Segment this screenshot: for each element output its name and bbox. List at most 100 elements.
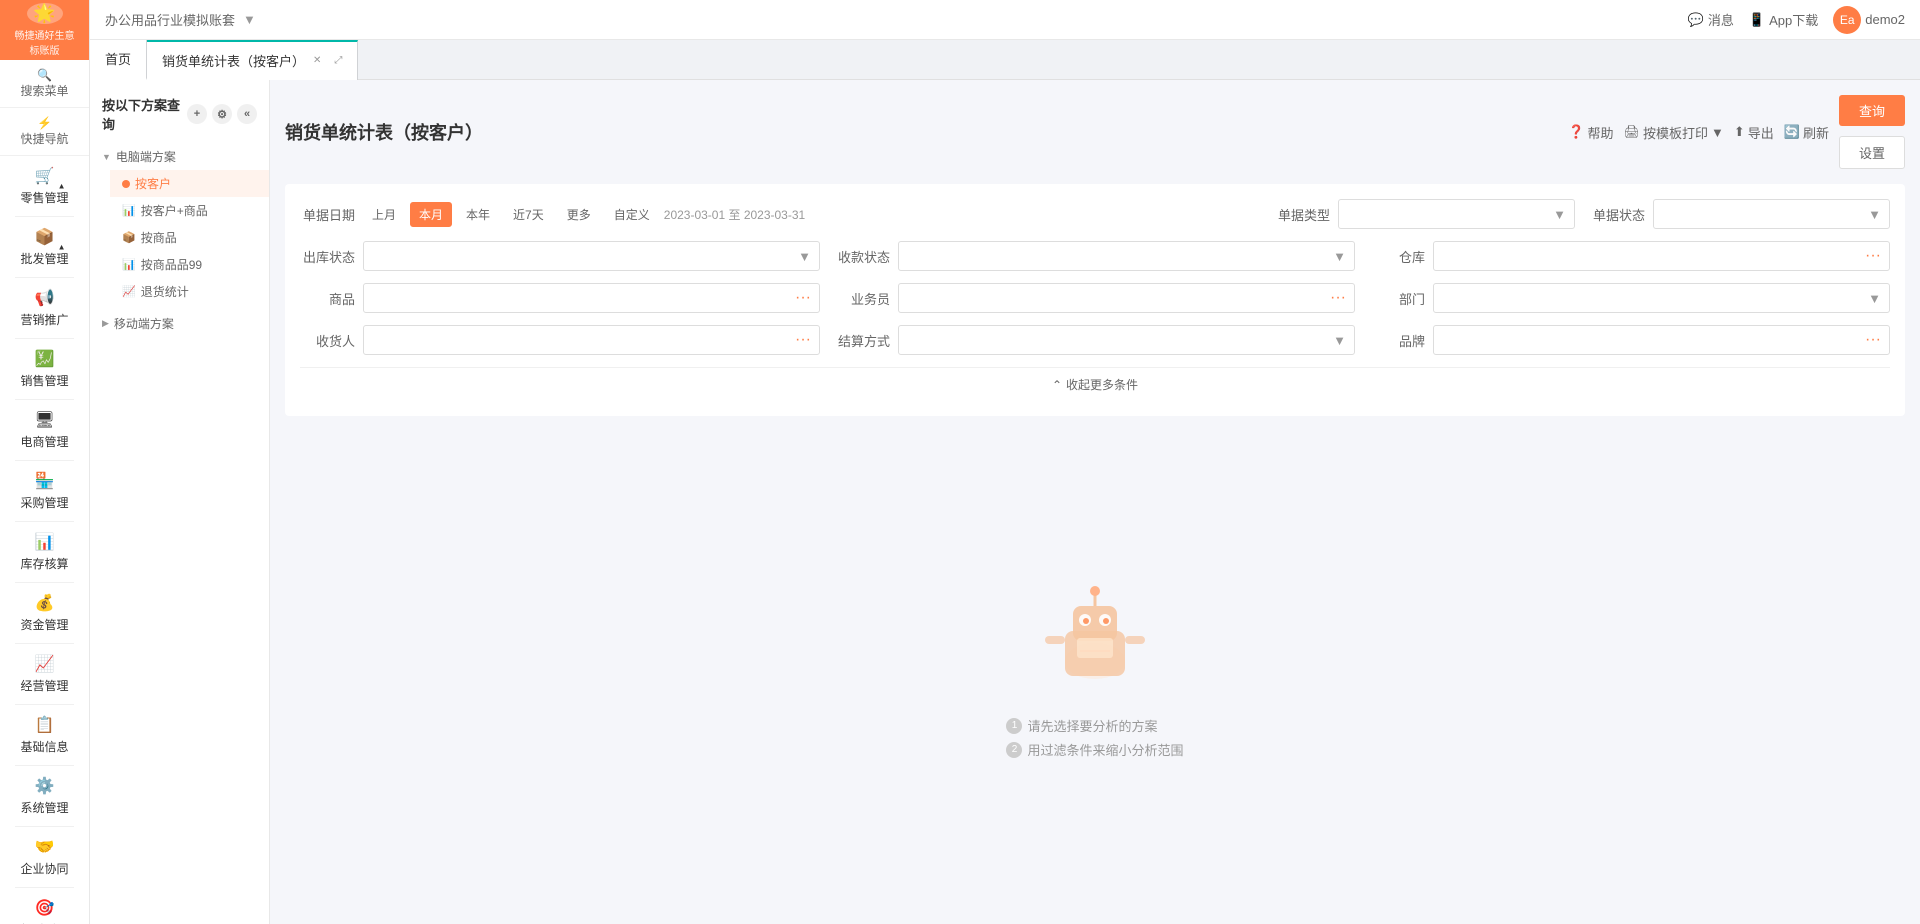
- scheme-group-desktop-label: 电脑端方案: [116, 148, 176, 165]
- sidebar-item-system[interactable]: ⚙️系统管理: [15, 766, 73, 827]
- receipt-status-label: 单据状态: [1590, 205, 1645, 224]
- receipt-status-arrow: ▼: [1868, 207, 1881, 222]
- collapse-more-btn[interactable]: ⌃ 收起更多条件: [300, 367, 1890, 401]
- scheme-collapse-icon[interactable]: «: [237, 104, 257, 124]
- sidebar-item-wholesale[interactable]: 📦批发管理: [15, 217, 73, 278]
- template-print-btn[interactable]: 🖨 按模板打印 ▼: [1623, 123, 1723, 142]
- scheme-item-customer-product[interactable]: 📊 按客户+商品: [110, 197, 269, 224]
- settlement-control[interactable]: ▼: [898, 325, 1355, 355]
- date-range-display: 2023-03-01 至 2023-03-31: [664, 206, 805, 223]
- salesperson-control[interactable]: ···: [898, 283, 1355, 313]
- template-print-label: 按模板打印: [1643, 123, 1708, 142]
- message-btn[interactable]: 💬 消息: [1688, 10, 1734, 29]
- tip-text-1: 请先选择要分析的方案: [1027, 716, 1157, 735]
- sidebar-item-sales[interactable]: 💹 销售管理: [15, 339, 73, 400]
- username: demo2: [1865, 12, 1905, 27]
- sidebar-item-icon: 🤝: [35, 837, 55, 857]
- sidebar-item-icon: 💹: [35, 349, 55, 369]
- date-custom[interactable]: 自定义: [605, 202, 659, 227]
- brand-dots: ···: [1865, 331, 1881, 349]
- print-icon: 🖨: [1623, 124, 1640, 140]
- filter-panel: 单据日期 上月 本月 本年 近7天 更多 自定义 2023-03-01 至 20…: [285, 184, 1905, 416]
- content-area: 按以下方案查询 + ⚙ « ▼ 电脑端方案 按客户: [90, 80, 1920, 924]
- sidebar-item-icon: 🖥: [34, 410, 54, 430]
- sidebar-item-purchase[interactable]: 🏪采购管理: [15, 461, 73, 522]
- user-area[interactable]: Ea demo2: [1833, 6, 1905, 34]
- logo-text: 畅捷通好生意: [15, 27, 75, 42]
- brand-control[interactable]: ···: [1433, 325, 1890, 355]
- receipt-status-control[interactable]: ▼: [1653, 199, 1890, 229]
- download-icon: 📱: [1749, 12, 1765, 28]
- date-last-month[interactable]: 上月: [363, 202, 405, 227]
- product-control[interactable]: ···: [363, 283, 820, 313]
- tabbar: 首页 销货单统计表（按客户） ✕ ⤢: [90, 40, 1920, 80]
- export-btn[interactable]: ⬆ 导出: [1734, 123, 1774, 142]
- settlement-arrow: ▼: [1333, 333, 1346, 348]
- scheme-item-by-customer[interactable]: 按客户: [110, 170, 269, 197]
- tip-num-2: 2: [1006, 742, 1022, 758]
- filter-department: 部门 ▼: [1370, 283, 1890, 313]
- warehouse-label: 仓库: [1370, 247, 1425, 266]
- out-status-control[interactable]: ▼: [363, 241, 820, 271]
- scheme-item-by-product-label: 按商品: [141, 229, 177, 246]
- tip-text-2: 用过滤条件来缩小分析范围: [1027, 740, 1183, 759]
- date-this-year[interactable]: 本年: [457, 202, 499, 227]
- sidebar-item-label: 资金管理: [20, 616, 68, 633]
- filter-out-status: 出库状态 ▼: [300, 241, 820, 271]
- sidebar-item-inventory[interactable]: 📊库存核算: [15, 522, 73, 583]
- date-last-7[interactable]: 近7天: [504, 202, 553, 227]
- sidebar-quick-nav[interactable]: ⚡ 快捷导航: [0, 108, 89, 156]
- sidebar-item-icon: 🎯: [35, 898, 55, 918]
- print-arrow: ▼: [1711, 125, 1724, 140]
- receipt-type-control[interactable]: ▼: [1338, 199, 1575, 229]
- tab-maximize-icon[interactable]: ⤢: [334, 55, 342, 66]
- filter-receipt-status: 单据状态 ▼: [1590, 199, 1890, 229]
- scheme-group-mobile-label: 移动端方案: [114, 315, 174, 332]
- sidebar-item-operations[interactable]: 📈经营管理: [15, 644, 73, 705]
- scheme-add-icon[interactable]: +: [187, 104, 207, 124]
- sidebar-search[interactable]: 🔍 搜索菜单: [0, 60, 89, 108]
- empty-tip-2: 2 用过滤条件来缩小分析范围: [1006, 740, 1183, 759]
- tab-sales-stat-label: 销货单统计表（按客户）: [162, 51, 305, 70]
- receiver-control[interactable]: ···: [363, 325, 820, 355]
- scheme-group-desktop-title[interactable]: ▼ 电脑端方案: [90, 143, 269, 170]
- help-label: 帮助: [1587, 123, 1613, 142]
- warehouse-control[interactable]: ···: [1433, 241, 1890, 271]
- tab-home[interactable]: 首页: [90, 40, 147, 80]
- scheme-item-returns[interactable]: 📈 退货统计: [110, 278, 269, 305]
- date-more[interactable]: 更多: [558, 202, 600, 227]
- refresh-btn[interactable]: 🔄 刷新: [1784, 123, 1829, 142]
- date-this-month[interactable]: 本月: [410, 202, 452, 227]
- sidebar-item-newbie[interactable]: 🎯新手引导: [15, 888, 73, 924]
- page-actions: ❓ 帮助 🖨 按模板打印 ▼ ⬆ 导出 🔄 刷新: [1568, 95, 1905, 169]
- sidebar-item-basic[interactable]: 📋基础信息: [15, 705, 73, 766]
- filter-row-4: 收货人 ··· 结算方式 ▼ 品牌: [300, 325, 1890, 355]
- query-button[interactable]: 查询: [1839, 95, 1905, 126]
- payment-status-label: 收款状态: [835, 247, 890, 266]
- sidebar-items: 🛒零售管理📦批发管理📢营销推广 💹 销售管理 🖥电商管理🏪采购管理📊库存核算💰资金管理…: [15, 156, 73, 924]
- tab-close-icon[interactable]: ✕: [313, 55, 321, 66]
- scheme-group-desktop: ▼ 电脑端方案 按客户 📊 按客户+商品 📦 按商品: [90, 143, 269, 305]
- payment-status-control[interactable]: ▼: [898, 241, 1355, 271]
- sidebar-item-label: 销售管理: [20, 372, 68, 389]
- scheme-item-by-product-99[interactable]: 📊 按商品品99: [110, 251, 269, 278]
- tab-home-label: 首页: [105, 49, 131, 68]
- export-icon: ⬆: [1734, 124, 1745, 140]
- scheme-item-customer-product-label: 按客户+商品: [141, 202, 208, 219]
- sidebar-item-finance[interactable]: 💰资金管理: [15, 583, 73, 644]
- scheme-item-by-product[interactable]: 📦 按商品: [110, 224, 269, 251]
- help-btn[interactable]: ❓ 帮助: [1568, 123, 1613, 142]
- scheme-settings-icon[interactable]: ⚙: [212, 104, 232, 124]
- sidebar-item-marketing[interactable]: 📢营销推广: [15, 278, 73, 339]
- tab-sales-stat[interactable]: 销货单统计表（按客户） ✕ ⤢: [147, 40, 358, 80]
- app-download-btn[interactable]: 📱 App下载: [1749, 10, 1818, 29]
- settings-button[interactable]: 设置: [1839, 136, 1905, 169]
- filter-payment-status: 收款状态 ▼: [835, 241, 1355, 271]
- out-status-label: 出库状态: [300, 247, 355, 266]
- scheme-group-mobile-title[interactable]: ▶ 移动端方案: [90, 310, 269, 337]
- sidebar-item-enterprise[interactable]: 🤝企业协同: [15, 827, 73, 888]
- sidebar-item-retail[interactable]: 🛒零售管理: [15, 156, 73, 217]
- department-control[interactable]: ▼: [1433, 283, 1890, 313]
- settlement-label: 结算方式: [835, 331, 890, 350]
- sidebar-item-ecommerce[interactable]: 🖥电商管理: [15, 400, 73, 461]
